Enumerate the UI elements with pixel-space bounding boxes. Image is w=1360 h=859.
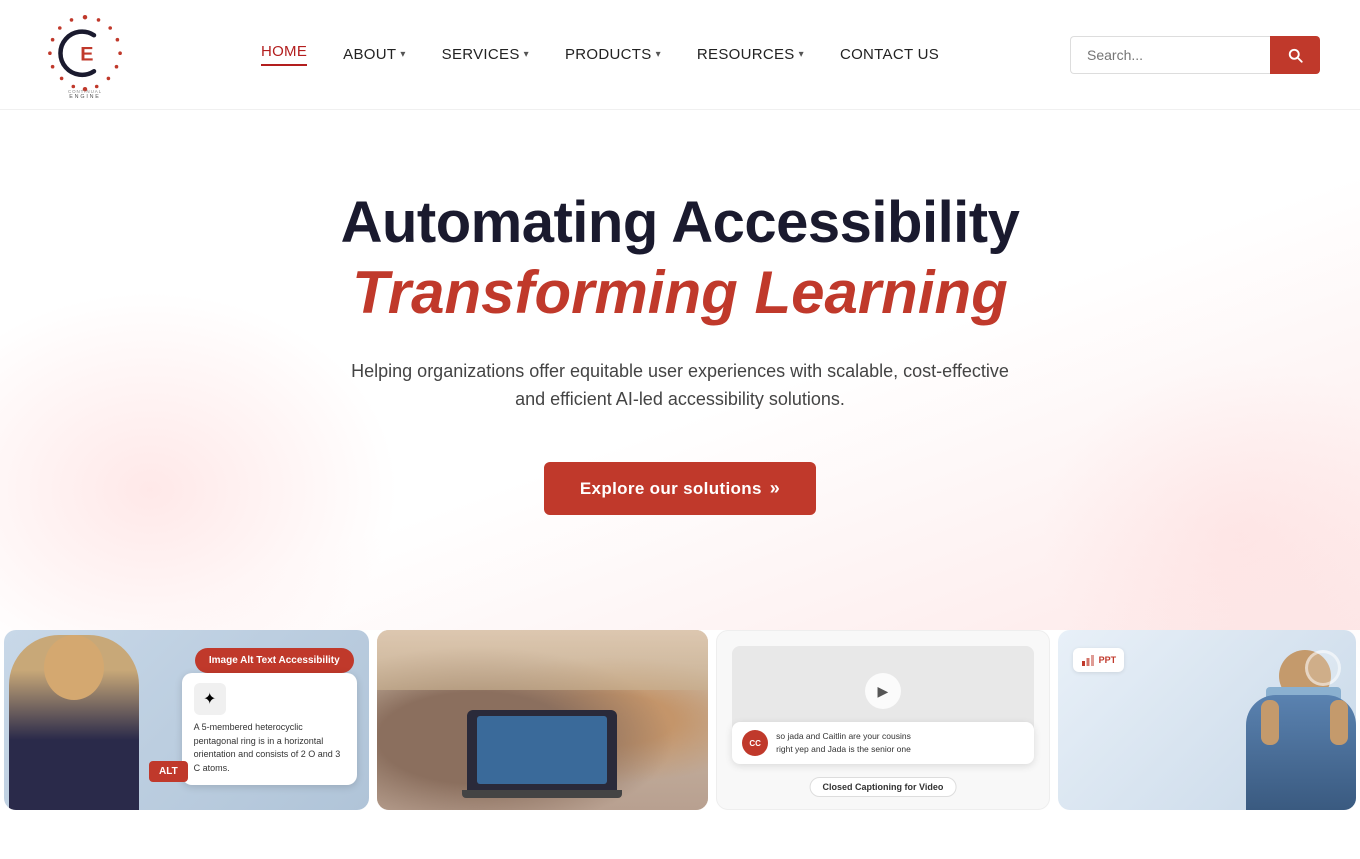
card-closed-captioning: ▶ CC so jada and Caitlin are your cousin… — [716, 630, 1050, 810]
play-button-icon: ▶ — [865, 673, 901, 709]
search-area — [1070, 36, 1320, 74]
chevron-down-icon: ▾ — [400, 49, 405, 60]
nav-link-about[interactable]: ABOUT ▾ — [343, 46, 406, 63]
alt-text-info: A 5-membered heterocyclic pentagonal rin… — [194, 721, 345, 775]
svg-text:E: E — [80, 43, 93, 65]
nav-link-products[interactable]: PRODUCTS ▾ — [565, 46, 661, 63]
cc-text-line2: right yep and Jada is the senior one — [776, 743, 1024, 756]
svg-text:ENGINE: ENGINE — [69, 94, 100, 100]
hero-section: Automating Accessibility Transforming Le… — [0, 110, 1360, 630]
ppt-label: PPT — [1099, 655, 1117, 665]
nav-link-resources[interactable]: RESOURCES ▾ — [697, 46, 804, 63]
info-icon: ✦ — [203, 689, 216, 709]
chevron-down-icon: ▾ — [656, 49, 661, 60]
cta-label: Explore our solutions — [580, 479, 762, 499]
search-button[interactable] — [1270, 36, 1320, 74]
nav-item-contact[interactable]: CONTACT US — [840, 46, 939, 63]
alt-tag-badge: ALT — [149, 761, 188, 782]
alt-text-info-box: ✦ A 5-membered heterocyclic pentagonal r… — [182, 673, 357, 785]
nav-item-home[interactable]: HOME — [261, 43, 307, 66]
chevron-down-icon: ▾ — [799, 49, 804, 60]
hero-title-line1: Automating Accessibility — [40, 190, 1320, 257]
card-alt-text: Image Alt Text Accessibility ✦ A 5-membe… — [4, 630, 369, 810]
alt-text-badge: Image Alt Text Accessibility — [195, 648, 354, 673]
card-laptop-scene — [377, 630, 709, 810]
chevron-down-icon: ▾ — [524, 49, 529, 60]
search-input[interactable] — [1070, 36, 1270, 74]
cc-text-line1: so jada and Caitlin are your cousins — [776, 730, 1024, 743]
nav-link-contact[interactable]: CONTACT US — [840, 46, 939, 63]
nav-link-services[interactable]: SERVICES ▾ — [442, 46, 529, 63]
cta-button[interactable]: Explore our solutions » — [544, 462, 816, 515]
navbar: E ENGINE CONTINUAL HOME ABOUT ▾ SERVICES… — [0, 0, 1360, 110]
search-icon — [1286, 46, 1304, 64]
cc-avatar: CC — [742, 730, 768, 756]
nav-item-about[interactable]: ABOUT ▾ — [343, 46, 406, 63]
svg-text:CONTINUAL: CONTINUAL — [68, 88, 102, 93]
cc-label: Closed Captioning for Video — [809, 777, 956, 797]
card-person-illustration — [9, 635, 139, 810]
ppt-badge: PPT — [1073, 648, 1125, 672]
nav-item-resources[interactable]: RESOURCES ▾ — [697, 46, 804, 63]
nav-link-home[interactable]: HOME — [261, 43, 307, 66]
cta-chevrons-icon: » — [770, 478, 780, 499]
decoration-circle — [1305, 650, 1341, 686]
cc-bubble: CC so jada and Caitlin are your cousins … — [732, 722, 1034, 764]
chart-icon — [1081, 653, 1095, 667]
logo[interactable]: E ENGINE CONTINUAL — [40, 10, 130, 100]
hero-subtitle: Helping organizations offer equitable us… — [340, 357, 1020, 415]
nav-item-products[interactable]: PRODUCTS ▾ — [565, 46, 661, 63]
cards-strip: Image Alt Text Accessibility ✦ A 5-membe… — [0, 630, 1360, 810]
nav-links: HOME ABOUT ▾ SERVICES ▾ PRODUCTS ▾ RESOU… — [261, 43, 939, 66]
hero-title-line2: Transforming Learning — [40, 257, 1320, 329]
nav-item-services[interactable]: SERVICES ▾ — [442, 46, 529, 63]
card-ppt: PPT — [1058, 630, 1356, 810]
